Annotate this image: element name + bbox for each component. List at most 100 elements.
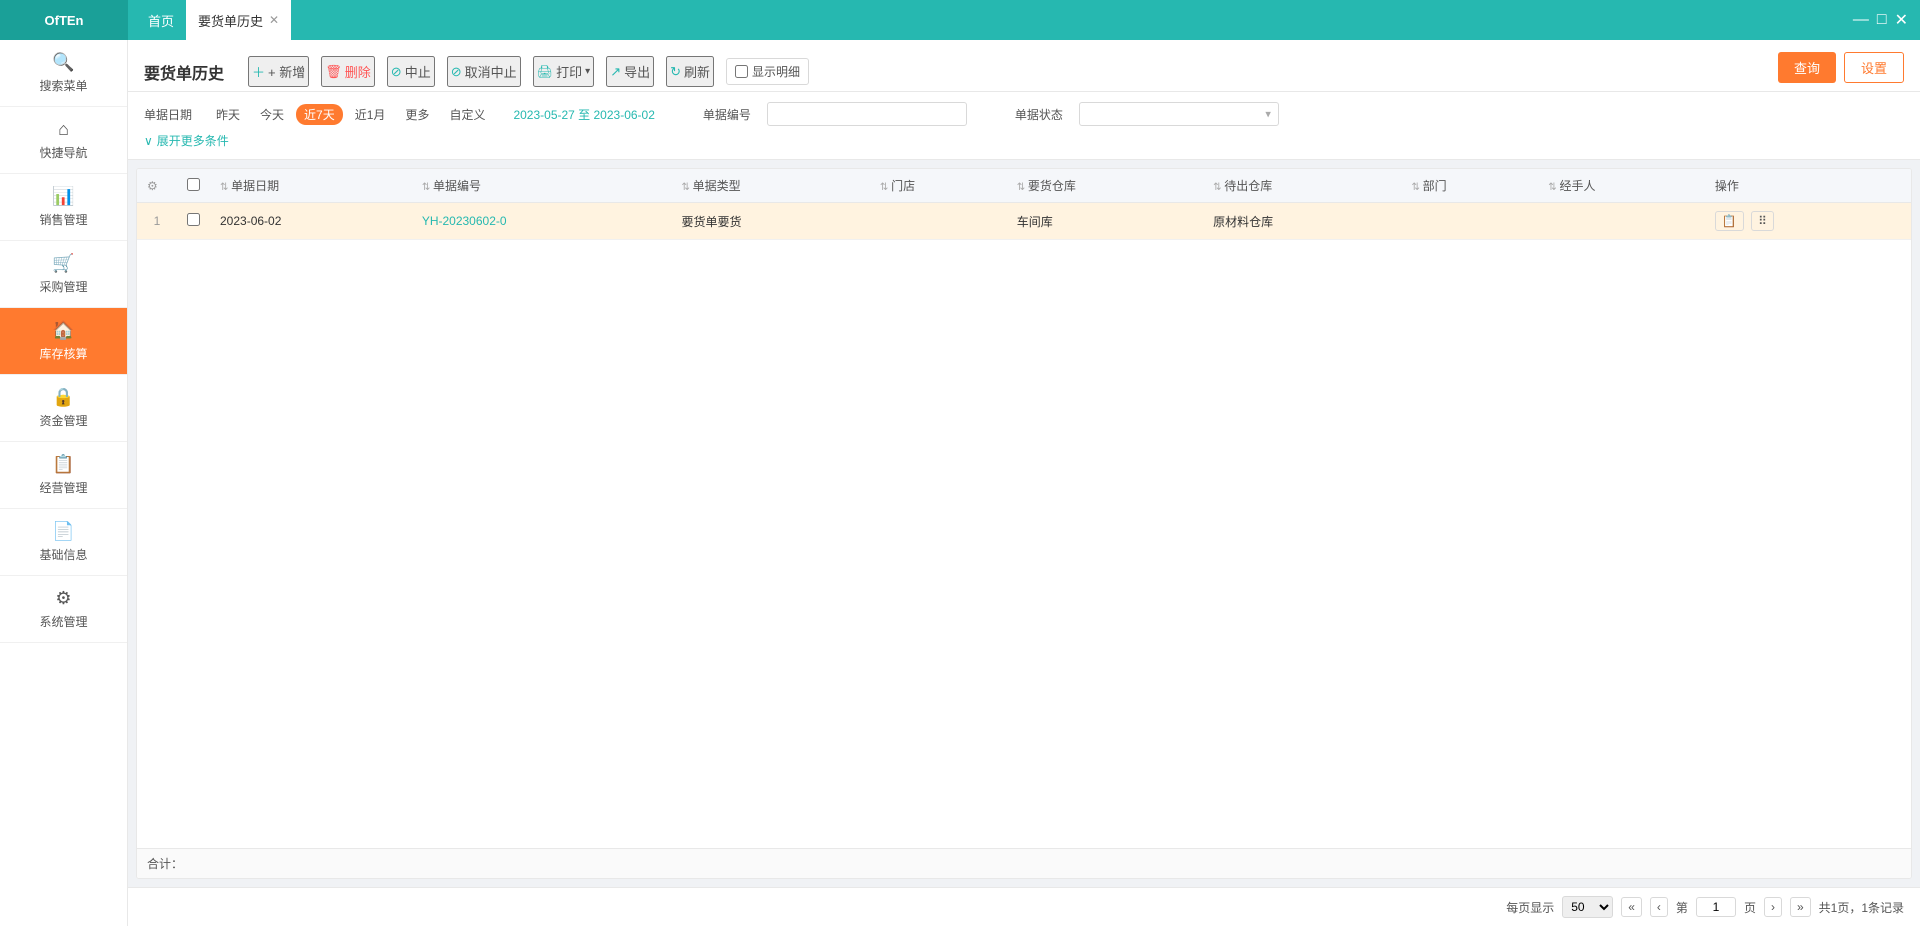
purchase-icon: 🛒 [52, 253, 74, 274]
tab-home[interactable]: 首页 [136, 0, 186, 40]
refresh-button[interactable]: ↻ 刷新 [666, 56, 714, 87]
row-doctype: 要货单要货 [672, 203, 870, 240]
tab-close-icon[interactable]: ✕ [269, 13, 279, 27]
sidebar-label: 系统管理 [39, 613, 87, 630]
col-actions: 操作 [1705, 169, 1911, 203]
col-reqwarehouse[interactable]: 要货仓库 [1007, 169, 1203, 203]
prev-page-btn[interactable]: ‹ [1650, 897, 1668, 917]
filter-area: 单据日期 昨天 今天 近7天 近1月 更多 自定义 2023-05-27 至 2… [128, 92, 1920, 160]
sidebar-label: 快捷导航 [39, 144, 87, 161]
new-icon: ＋ [252, 62, 265, 81]
cancel-stop-button[interactable]: ⊘ 取消中止 [447, 56, 521, 87]
print-icon: 🖨 [537, 64, 554, 80]
row-index: 1 [137, 203, 177, 240]
date-pill-7days[interactable]: 近7天 [296, 104, 343, 125]
col-doctype[interactable]: 单据类型 [672, 169, 870, 203]
date-pill-custom[interactable]: 自定义 [441, 104, 493, 125]
col-handler[interactable]: 经手人 [1538, 169, 1705, 203]
export-button[interactable]: ↗ 导出 [606, 56, 654, 87]
row-checkbox[interactable] [187, 213, 200, 226]
sidebar-item-quick-nav[interactable]: ⌂ 快捷导航 [0, 107, 127, 174]
sidebar-item-inventory[interactable]: 🏠 库存核算 [0, 308, 127, 375]
sidebar-item-basic-info[interactable]: 📄 基础信息 [0, 509, 127, 576]
page-title: 要货单历史 [144, 60, 224, 84]
inventory-icon: 🏠 [52, 320, 74, 341]
row-store [870, 203, 1007, 240]
row-pendingwarehouse: 原材料仓库 [1203, 203, 1401, 240]
table-footer: 合计： [137, 848, 1911, 878]
docno-input[interactable] [767, 102, 967, 126]
status-select-wrap [1079, 102, 1279, 126]
page-size-prefix: 每页显示 [1506, 899, 1554, 916]
maximize-icon[interactable]: □ [1877, 11, 1887, 29]
sidebar-label: 库存核算 [39, 345, 87, 362]
sidebar-label: 资金管理 [39, 412, 87, 429]
finance-icon: 🔒 [52, 387, 74, 408]
export-icon: ↗ [610, 64, 621, 80]
select-all-checkbox[interactable] [187, 178, 200, 191]
stop-icon: ⊘ [391, 64, 402, 80]
row-actions-cell: 📋 ⠿ [1705, 203, 1911, 240]
row-checkbox-cell[interactable] [177, 203, 210, 240]
col-department[interactable]: 部门 [1401, 169, 1538, 203]
page-input[interactable] [1696, 897, 1736, 917]
col-settings-icon[interactable]: ⚙ [147, 179, 158, 193]
close-window-icon[interactable]: ✕ [1895, 10, 1908, 30]
print-button[interactable]: 🖨 打印 ▾ [533, 56, 595, 87]
row-edit-btn[interactable]: 📋 [1715, 211, 1744, 231]
col-docno[interactable]: 单据编号 [412, 169, 672, 203]
quick-nav-icon: ⌂ [58, 119, 69, 140]
display-cell-button[interactable]: 显示明细 [726, 58, 809, 85]
col-pendingwarehouse[interactable]: 待出仓库 [1203, 169, 1401, 203]
page-suffix: 页 [1744, 899, 1756, 916]
cancel-stop-icon: ⊘ [451, 64, 462, 80]
table-row: 1 2023-06-02 YH-20230602-0 要货单要货 车间库 原材料… [137, 203, 1911, 240]
sidebar: 🔍 搜索菜单 ⌂ 快捷导航 📊 销售管理 🛒 采购管理 🏠 库存核算 🔒 资金管… [0, 40, 128, 926]
col-store[interactable]: 门店 [870, 169, 1007, 203]
docno-link[interactable]: YH-20230602-0 [422, 214, 507, 228]
sidebar-item-system[interactable]: ⚙ 系统管理 [0, 576, 127, 643]
display-cell-checkbox[interactable] [735, 65, 748, 78]
query-button[interactable]: 查询 [1778, 52, 1836, 83]
table-area: ⚙ 单据日期 单据编号 单据类型 门店 要货仓库 待出仓库 部门 经手人 操 [136, 168, 1912, 879]
expand-more-btn[interactable]: ∨ 展开更多条件 [144, 132, 1904, 149]
new-button[interactable]: ＋ + 新增 [248, 56, 309, 87]
stop-button[interactable]: ⊘ 中止 [387, 56, 435, 87]
page-header: 要货单历史 ＋ + 新增 🗑 删除 ⊘ 中止 ⊘ [128, 40, 1920, 92]
sidebar-label: 经营管理 [39, 479, 87, 496]
basic-info-icon: 📄 [52, 521, 74, 542]
page-size-select[interactable]: 10 20 50 100 [1562, 896, 1613, 918]
col-docdate[interactable]: 单据日期 [210, 169, 412, 203]
print-dropdown-icon: ▾ [585, 66, 590, 77]
delete-button[interactable]: 🗑 删除 [321, 56, 375, 87]
toolbar: ＋ + 新增 🗑 删除 ⊘ 中止 ⊘ 取消中止 [248, 56, 809, 87]
system-icon: ⚙ [55, 588, 71, 609]
date-pill-1month[interactable]: 近1月 [347, 104, 394, 125]
minimize-icon[interactable]: — [1853, 11, 1869, 29]
first-page-btn[interactable]: « [1621, 897, 1642, 917]
sidebar-label: 搜索菜单 [39, 77, 87, 94]
row-docdate: 2023-06-02 [210, 203, 412, 240]
sidebar-item-search-menu[interactable]: 🔍 搜索菜单 [0, 40, 127, 107]
date-pill-today[interactable]: 今天 [252, 104, 292, 125]
row-detail-btn[interactable]: ⠿ [1751, 211, 1774, 231]
settings-button[interactable]: 设置 [1844, 52, 1904, 83]
tab-requisition-history[interactable]: 要货单历史 ✕ [186, 0, 291, 40]
sidebar-item-finance[interactable]: 🔒 资金管理 [0, 375, 127, 442]
date-pill-yesterday[interactable]: 昨天 [208, 104, 248, 125]
date-pill-more[interactable]: 更多 [397, 104, 437, 125]
sidebar-item-operations[interactable]: 📋 经营管理 [0, 442, 127, 509]
col-settings[interactable]: ⚙ [137, 169, 177, 203]
row-docno[interactable]: YH-20230602-0 [412, 203, 672, 240]
sidebar-item-purchase[interactable]: 🛒 采购管理 [0, 241, 127, 308]
app-logo: OfTEn [0, 0, 128, 40]
col-checkbox[interactable] [177, 169, 210, 203]
status-select[interactable] [1079, 102, 1279, 126]
window-controls: — □ ✕ [1853, 10, 1920, 30]
sidebar-item-sales[interactable]: 📊 销售管理 [0, 174, 127, 241]
last-page-btn[interactable]: » [1790, 897, 1811, 917]
sidebar-label: 基础信息 [39, 546, 87, 563]
chevron-down-icon: ∨ [144, 134, 153, 148]
next-page-btn[interactable]: › [1764, 897, 1782, 917]
row-reqwarehouse: 车间库 [1007, 203, 1203, 240]
